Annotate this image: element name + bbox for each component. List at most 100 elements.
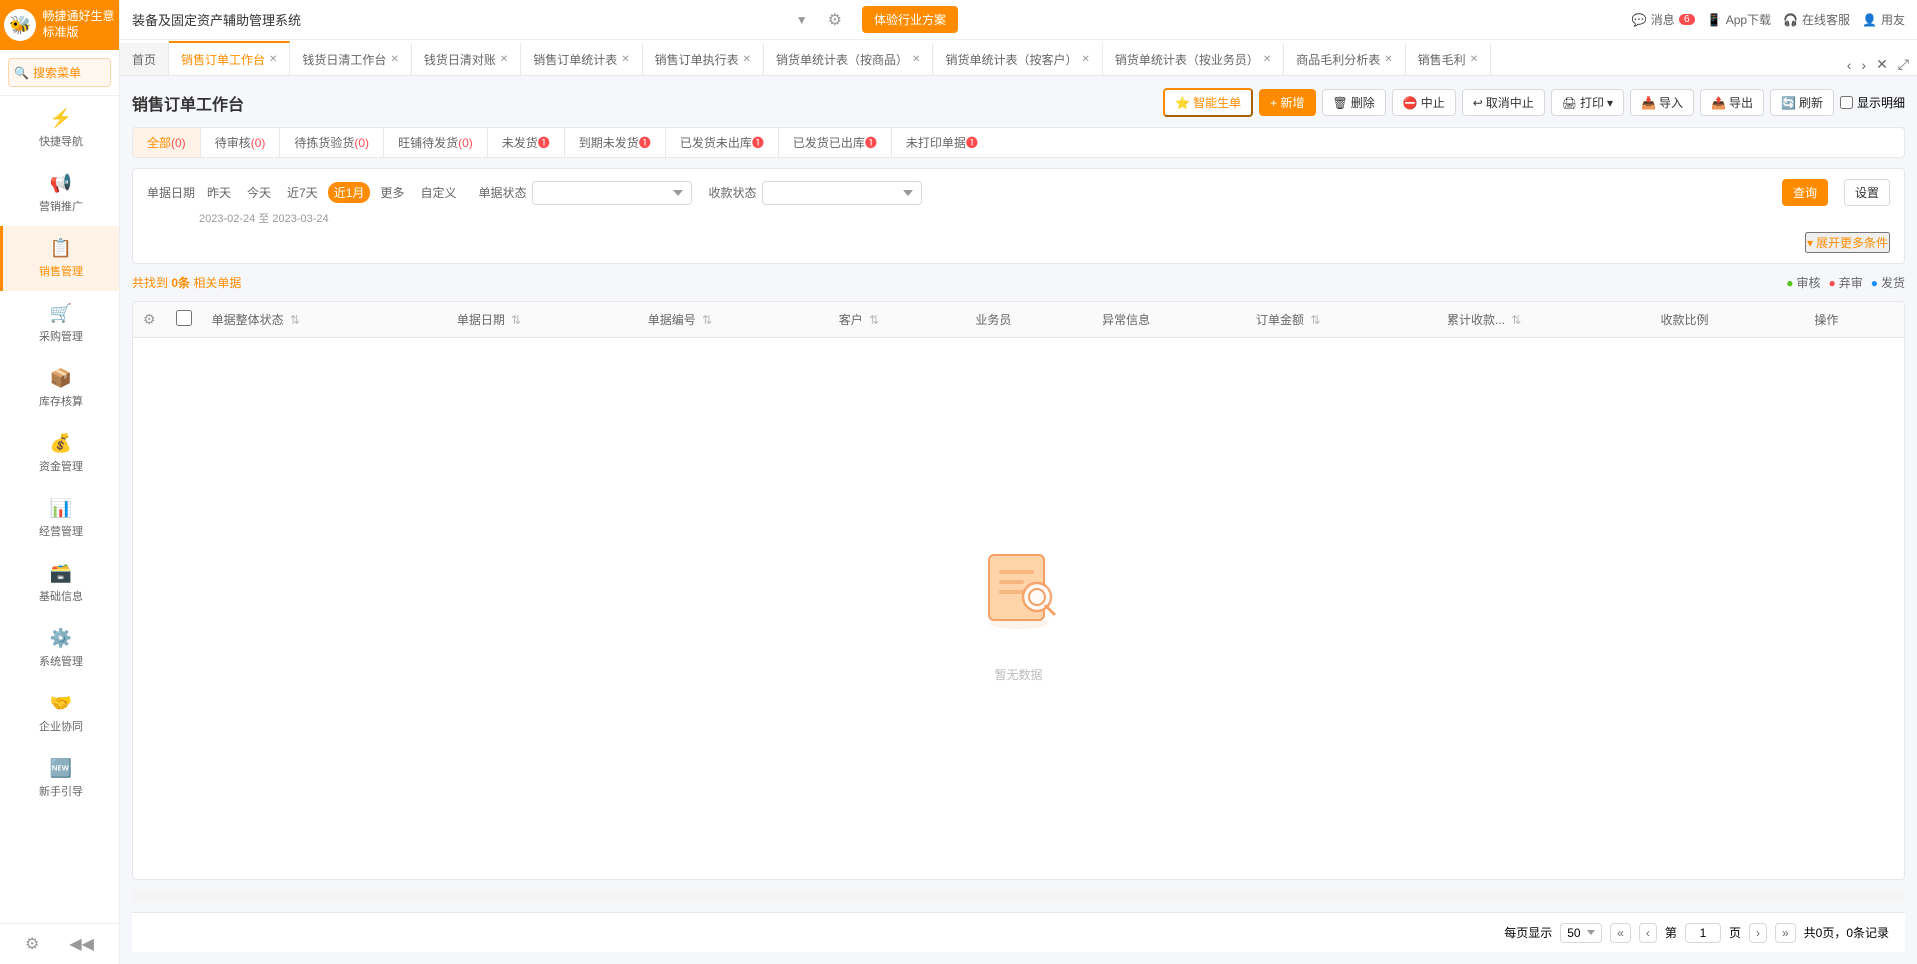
subtab-overdue-not-shipped[interactable]: 到期未发货❶ [565,128,666,157]
cancel-audit-action-button[interactable]: ● 弃审 [1828,274,1862,291]
tab-sales-exec[interactable]: 销售订单执行表 ✕ [643,43,764,75]
sort-customer-icon[interactable]: ⇅ [869,313,879,327]
refresh-button[interactable]: 🔄 刷新 [1770,89,1834,116]
tab-scroll-right[interactable]: › [1857,55,1870,75]
tab-sales-summary-customer[interactable]: 销货单统计表（按客户） ✕ [933,43,1102,75]
sort-collected-icon[interactable]: ⇅ [1511,313,1521,327]
sidebar-item-system[interactable]: ⚙️ 系统管理 [0,616,119,681]
tab-close-all[interactable]: ✕ [1872,54,1892,75]
sort-amount-icon[interactable]: ⇅ [1310,313,1320,327]
add-button[interactable]: + 新增 [1259,89,1315,116]
import-button[interactable]: 📥 导入 [1630,89,1694,116]
sidebar-item-finance[interactable]: 💰 资金管理 [0,421,119,486]
tab-scroll-left[interactable]: ‹ [1843,55,1856,75]
search-menu-button[interactable]: 🔍 搜索菜单 [8,58,111,87]
subtab-shipped-out[interactable]: 已发货已出库❶ [779,128,892,157]
page-input[interactable] [1685,923,1721,943]
export-button[interactable]: 📤 导出 [1700,89,1764,116]
sort-number-icon[interactable]: ⇅ [702,313,712,327]
show-detail-checkbox[interactable] [1840,96,1853,109]
sidebar-item-quick-nav[interactable]: ⚡ 快捷导航 [0,96,119,161]
filter-date-7days[interactable]: 近7天 [281,182,324,203]
tab-sales-summary-staff[interactable]: 销货单统计表（按业务员） ✕ [1103,43,1284,75]
table-settings-icon[interactable]: ⚙ [143,311,156,327]
select-all-checkbox[interactable] [176,310,192,326]
expand-filter-button[interactable]: ▾ 展开更多条件 [1805,232,1890,253]
sidebar-item-inventory[interactable]: 📦 库存核算 [0,356,119,421]
delete-button[interactable]: 🗑 删除 [1322,89,1386,116]
subtab-not-shipped[interactable]: 未发货❶ [488,128,565,157]
filter-date-today[interactable]: 今天 [241,182,277,203]
ship-action-button[interactable]: ● 发货 [1871,274,1905,291]
subtab-shipped-not-out[interactable]: 已发货未出库❶ [666,128,779,157]
sort-date-icon[interactable]: ⇅ [511,313,521,327]
message-button[interactable]: 💬 消息 6 [1632,11,1695,28]
tab-sales-summary-product[interactable]: 销货单统计表（按商品） ✕ [764,43,933,75]
settings-icon-button[interactable]: ⚙ [818,6,852,34]
tab-close-sales-profit[interactable]: ✕ [1470,54,1478,65]
subtab-wangpu-pending[interactable]: 旺铺待发货(0) [384,128,488,157]
sidebar-item-enterprise[interactable]: 🤝 企业协同 [0,681,119,746]
tab-close-sales-summary-product[interactable]: ✕ [912,54,920,65]
first-page-button[interactable]: « [1610,923,1631,943]
subtab-all[interactable]: 全部(0) [133,128,201,157]
tab-close-sales-exec[interactable]: ✕ [743,54,751,65]
filter-payment-item: 收款状态 [708,181,922,205]
expand-filter-row: ▾ 展开更多条件 [147,232,1890,253]
sidebar-search-area[interactable]: 🔍 搜索菜单 [0,50,119,96]
tab-home[interactable]: 首页 [120,43,169,75]
tab-close-sales-summary-staff[interactable]: ✕ [1263,54,1271,65]
total-label: 共0页，0条记录 [1804,924,1889,941]
tab-close-sales-order[interactable]: ✕ [269,54,277,65]
tab-cash-reconcile[interactable]: 钱货日清对账 ✕ [412,43,521,75]
subtab-pending-check[interactable]: 待拣货验货(0) [280,128,384,157]
sort-status-icon[interactable]: ⇅ [290,313,300,327]
prev-page-button[interactable]: ‹ [1639,923,1657,943]
sidebar-item-guide[interactable]: 🆕 新手引导 [0,746,119,811]
stop-button[interactable]: ⛔ 中止 [1392,89,1456,116]
tab-sales-profit[interactable]: 销售毛利 ✕ [1406,43,1491,75]
audit-action-button[interactable]: ● 审核 [1786,274,1820,291]
industry-solution-button[interactable]: 体验行业方案 [862,6,958,33]
col-amount: 订单金额 ⇅ [1246,302,1437,338]
tab-fullscreen[interactable]: ⤢ [1894,54,1913,75]
sidebar-item-marketing[interactable]: 📢 营销推广 [0,161,119,226]
payment-filter-select[interactable] [762,181,922,205]
tab-cash-daily[interactable]: 钱货日清工作台 ✕ [290,43,411,75]
tab-close-product-margin[interactable]: ✕ [1384,54,1392,65]
search-button[interactable]: 查询 [1782,179,1828,206]
sidebar-item-sales[interactable]: 📋 销售管理 [0,226,119,291]
subtab-pending-review[interactable]: 待审核(0) [201,128,281,157]
subtab-unprinted[interactable]: 未打印单据❶ [892,128,992,157]
tab-close-sales-summary-customer[interactable]: ✕ [1081,54,1089,65]
sidebar-item-purchase[interactable]: 🛒 采购管理 [0,291,119,356]
filter-date-more[interactable]: 更多 [374,182,410,203]
tab-close-sales-stat[interactable]: ✕ [621,54,629,65]
filter-date-1month[interactable]: 近1月 [328,182,371,203]
collapse-button[interactable]: ◀◀ [69,934,94,954]
sidebar-item-operations[interactable]: 📊 经营管理 [0,486,119,551]
tab-close-cash-reconcile[interactable]: ✕ [500,54,508,65]
sidebar-item-basic-info[interactable]: 🗃️ 基础信息 [0,551,119,616]
tab-product-margin[interactable]: 商品毛利分析表 ✕ [1284,43,1405,75]
app-download-button[interactable]: 📱 App下载 [1707,11,1771,28]
next-page-button[interactable]: › [1749,923,1767,943]
tab-sales-order-workbench[interactable]: 销售订单工作台 ✕ [169,41,290,75]
cancel-stop-button[interactable]: ↩ 取消中止 [1462,89,1545,116]
user-button[interactable]: 👤 用友 [1862,11,1905,28]
tab-sales-stat[interactable]: 销售订单统计表 ✕ [521,43,642,75]
horizontal-scrollbar[interactable] [132,890,1905,902]
status-filter-select[interactable] [532,181,692,205]
last-page-button[interactable]: » [1775,923,1796,943]
per-page-select[interactable]: 50 [1560,923,1602,943]
filter-date-yesterday[interactable]: 昨天 [201,182,237,203]
smart-generate-button[interactable]: ⭐ 智能生单 [1163,88,1253,117]
filter-date-custom[interactable]: 自定义 [414,182,462,203]
tab-close-cash-daily[interactable]: ✕ [390,54,398,65]
settings-button[interactable]: ⚙ [25,934,39,954]
sidebar-bottom: ⚙ ◀◀ [0,923,119,964]
print-button[interactable]: 🖨 打印 ▾ [1551,89,1624,116]
setting-button[interactable]: 设置 [1844,179,1890,206]
show-detail-label[interactable]: 显示明细 [1840,94,1905,111]
online-service-button[interactable]: 🎧 在线客服 [1783,11,1850,28]
